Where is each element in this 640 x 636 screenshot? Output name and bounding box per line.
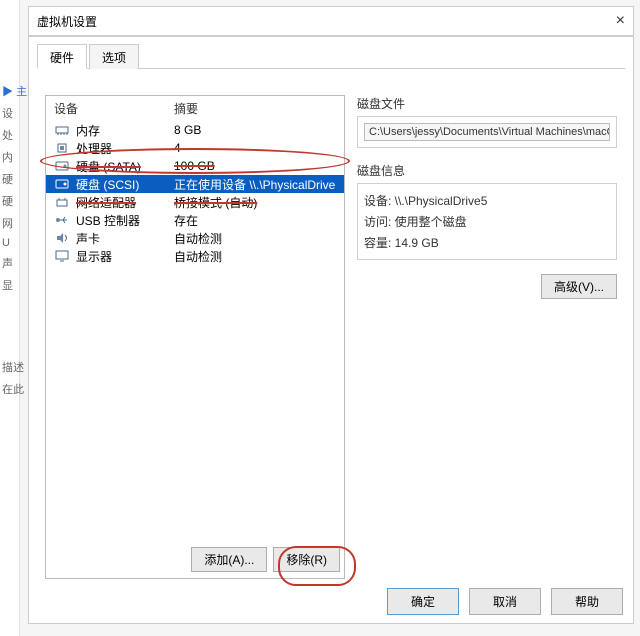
device-row-usb[interactable]: USB 控制器存在 (46, 211, 344, 229)
tab-bar: 硬件 选项 (37, 43, 625, 69)
device-row-disk[interactable]: 硬盘 (SATA)100 GB (46, 157, 344, 175)
help-button[interactable]: 帮助 (551, 588, 623, 615)
close-icon[interactable]: × (585, 12, 625, 30)
device-list-panel: 设备 摘要 内存8 GB处理器4硬盘 (SATA)100 GB硬盘 (SCSI)… (45, 95, 345, 579)
device-name: 网络适配器 (76, 194, 174, 211)
cpu-icon (54, 141, 70, 155)
advanced-button[interactable]: 高级(V)... (541, 274, 617, 299)
tab-options[interactable]: 选项 (89, 44, 139, 69)
device-row-cpu[interactable]: 处理器4 (46, 139, 344, 157)
device-name: USB 控制器 (76, 212, 174, 229)
device-row-memory[interactable]: 内存8 GB (46, 121, 344, 139)
device-name: 硬盘 (SATA) (76, 158, 174, 175)
disk-info-label: 磁盘信息 (357, 162, 617, 179)
cancel-button[interactable]: 取消 (469, 588, 541, 615)
col-device: 设备 (54, 100, 174, 117)
ok-button[interactable]: 确定 (387, 588, 459, 615)
device-row-disk[interactable]: 硬盘 (SCSI)正在使用设备 \\.\PhysicalDrive5 (46, 175, 344, 193)
dialog-button-row: 确定 取消 帮助 (387, 588, 623, 615)
col-summary: 摘要 (174, 100, 336, 117)
network-icon (54, 195, 70, 209)
info-capacity: 容量: 14.9 GB (364, 232, 610, 253)
disk-info-group: 设备: \\.\PhysicalDrive5 访问: 使用整个磁盘 容量: 14… (357, 183, 617, 260)
device-row-display[interactable]: 显示器自动检测 (46, 247, 344, 265)
remove-button[interactable]: 移除(R) (273, 547, 340, 572)
device-summary: 存在 (174, 212, 336, 229)
add-button[interactable]: 添加(A)... (191, 547, 267, 572)
device-name: 声卡 (76, 230, 174, 247)
device-summary: 4 (174, 141, 336, 155)
tab-hardware[interactable]: 硬件 (37, 44, 87, 69)
device-summary: 100 GB (174, 159, 336, 173)
column-headers: 设备 摘要 (46, 96, 344, 121)
info-device: 设备: \\.\PhysicalDrive5 (364, 190, 610, 211)
disk-file-label: 磁盘文件 (357, 95, 617, 112)
device-summary: 8 GB (174, 123, 336, 137)
window-title: 虚拟机设置 (37, 13, 585, 30)
device-name: 处理器 (76, 140, 174, 157)
device-summary: 正在使用设备 \\.\PhysicalDrive5 (174, 176, 336, 193)
usb-icon (54, 213, 70, 227)
disk-icon (54, 159, 70, 173)
details-panel: 磁盘文件 C:\Users\jessy\Documents\Virtual Ma… (357, 95, 617, 539)
disk-file-path[interactable]: C:\Users\jessy\Documents\Virtual Machine… (364, 123, 610, 141)
device-summary: 自动检测 (174, 248, 336, 265)
display-icon (54, 249, 70, 263)
info-access: 访问: 使用整个磁盘 (364, 211, 610, 232)
device-row-network[interactable]: 网络适配器桥接模式 (自动) (46, 193, 344, 211)
device-name: 显示器 (76, 248, 174, 265)
window-titlebar: 虚拟机设置 × (28, 6, 634, 36)
device-row-sound[interactable]: 声卡自动检测 (46, 229, 344, 247)
disk-file-group: C:\Users\jessy\Documents\Virtual Machine… (357, 116, 617, 148)
device-name: 内存 (76, 122, 174, 139)
sound-icon (54, 231, 70, 245)
memory-icon (54, 123, 70, 137)
settings-dialog: 硬件 选项 设备 摘要 内存8 GB处理器4硬盘 (SATA)100 GB硬盘 … (28, 36, 634, 624)
device-summary: 桥接模式 (自动) (174, 194, 336, 211)
device-name: 硬盘 (SCSI) (76, 176, 174, 193)
disk-icon (54, 177, 70, 191)
device-list: 内存8 GB处理器4硬盘 (SATA)100 GB硬盘 (SCSI)正在使用设备… (46, 121, 344, 265)
device-summary: 自动检测 (174, 230, 336, 247)
